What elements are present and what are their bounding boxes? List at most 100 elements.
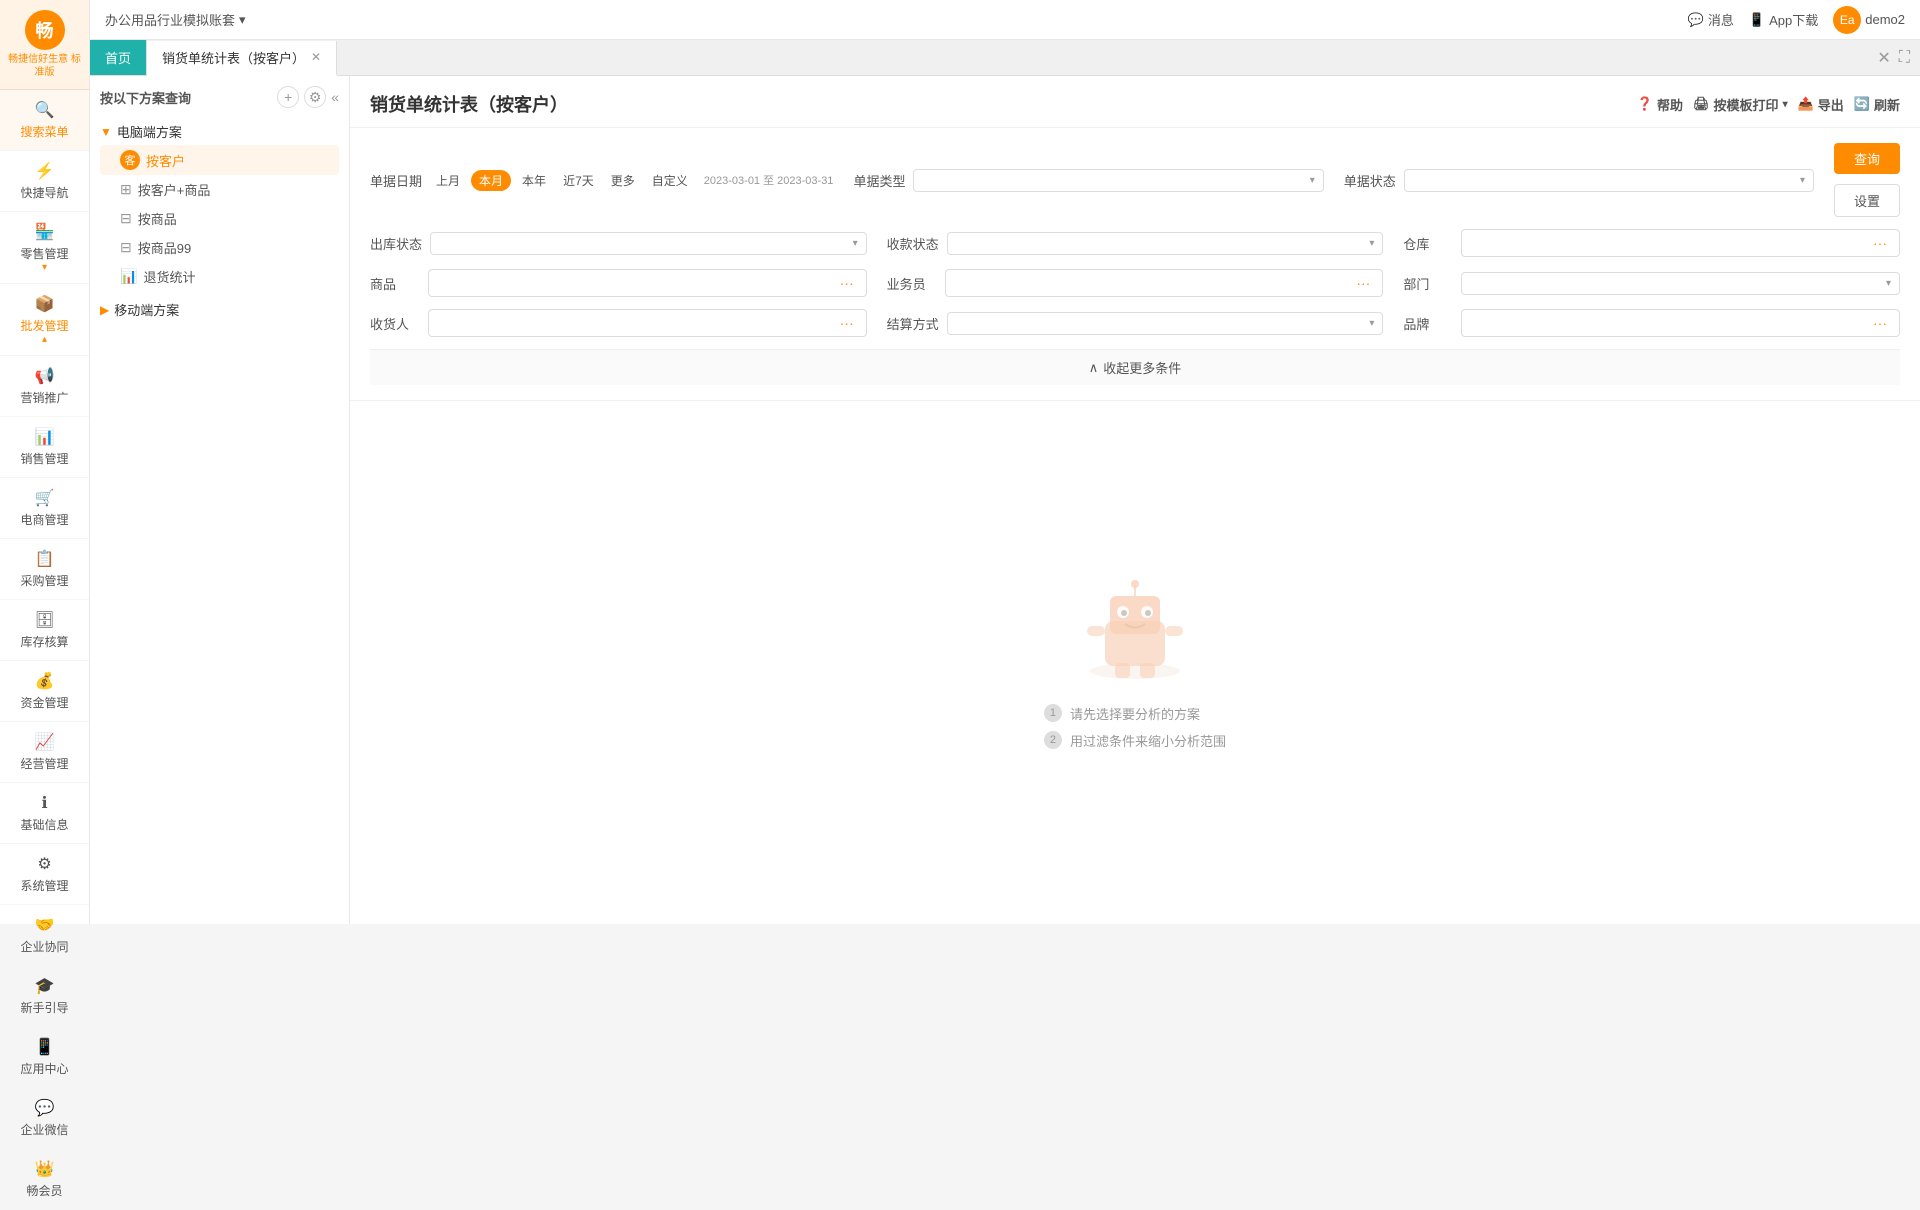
collapse-more-btn[interactable]: ∧ 收起更多条件 bbox=[370, 349, 1900, 385]
finance-icon: 💰 bbox=[35, 671, 55, 691]
goods-select[interactable]: ··· bbox=[428, 269, 867, 297]
filter-out-status: 出库状态 ▾ bbox=[370, 232, 867, 255]
scheme-item-return-stats[interactable]: 📊 退货统计 bbox=[100, 262, 339, 291]
scheme-item-by-goods[interactable]: ⊟ 按商品 bbox=[100, 204, 339, 233]
left-panel-header: 按以下方案查询 + ⚙ « bbox=[100, 86, 339, 108]
sidebar: 畅 畅捷信好生意 标准版 🔍 搜索菜单 ⚡ 快捷导航 🏪 零售管理 ▾ 📦 批发… bbox=[0, 0, 90, 924]
left-panel: 按以下方案查询 + ⚙ « ▼ 电脑端方案 客 按客户 ⊞ bbox=[90, 76, 350, 924]
scheme-item-goods-99[interactable]: ⊟ 按商品99 bbox=[100, 233, 339, 262]
type-select[interactable]: ▾ bbox=[913, 169, 1323, 192]
empty-tip-2: 2 用过滤条件来缩小分析范围 bbox=[1044, 731, 1226, 750]
logo-text: 畅捷信好生意 标准版 bbox=[5, 53, 84, 79]
goods-dots[interactable]: ··· bbox=[836, 275, 858, 291]
brand-dots[interactable]: ··· bbox=[1869, 315, 1891, 331]
message-btn[interactable]: 💬 消息 bbox=[1688, 10, 1734, 29]
inventory-icon: 🗄 bbox=[34, 610, 54, 630]
date-tab-this-month[interactable]: 本月 bbox=[471, 170, 511, 191]
collection-status-select[interactable]: ▾ bbox=[947, 232, 1384, 255]
date-tab-last-month[interactable]: 上月 bbox=[430, 170, 466, 191]
sidebar-quick-nav[interactable]: ⚡ 快捷导航 bbox=[0, 151, 89, 212]
date-tab-7days[interactable]: 近7天 bbox=[557, 170, 600, 191]
sidebar-item-collab[interactable]: 🤝 企业协同 bbox=[0, 905, 89, 966]
salesperson-label: 业务员 bbox=[887, 274, 937, 293]
date-tab-more[interactable]: 更多 bbox=[605, 170, 641, 191]
filter-row-1: 单据日期 上月 本月 本年 近7天 更多 自定义 2023-03-01 至 20… bbox=[370, 143, 1900, 217]
filter-department: 部门 ▾ bbox=[1403, 272, 1900, 295]
sidebar-item-retail[interactable]: 🏪 零售管理 ▾ bbox=[0, 212, 89, 284]
sidebar-item-operations[interactable]: 📈 经营管理 bbox=[0, 722, 89, 783]
breadcrumb-dropdown[interactable]: 办公用品行业模拟账套 ▾ bbox=[105, 10, 246, 29]
refresh-btn[interactable]: 🔄 刷新 bbox=[1854, 95, 1900, 114]
window-close-btn[interactable]: ✕ bbox=[1877, 48, 1890, 68]
tab-home[interactable]: 首页 bbox=[90, 40, 147, 75]
sidebar-item-system[interactable]: ⚙ 系统管理 bbox=[0, 844, 89, 905]
department-select[interactable]: ▾ bbox=[1461, 272, 1900, 295]
goods-scheme-icon: ⊟ bbox=[120, 210, 132, 227]
collapse-panel-btn[interactable]: « bbox=[331, 89, 339, 105]
user-profile[interactable]: Ea demo2 bbox=[1833, 6, 1905, 34]
app-download-btn[interactable]: 📱 App下载 bbox=[1749, 10, 1818, 29]
breadcrumb-text: 办公用品行业模拟账套 bbox=[105, 10, 235, 29]
status-select[interactable]: ▾ bbox=[1404, 169, 1814, 192]
message-icon: 💬 bbox=[1688, 12, 1704, 28]
sidebar-item-inventory[interactable]: 🗄 库存核算 bbox=[0, 600, 89, 661]
export-icon: 📤 bbox=[1798, 96, 1814, 112]
scheme-group-desktop-header[interactable]: ▼ 电脑端方案 bbox=[100, 118, 339, 145]
sidebar-item-member[interactable]: 👑 畅会员 bbox=[0, 1149, 89, 1210]
sidebar-item-wechat[interactable]: 💬 企业微信 bbox=[0, 1088, 89, 1149]
salesperson-select[interactable]: ··· bbox=[945, 269, 1384, 297]
content-area: 按以下方案查询 + ⚙ « ▼ 电脑端方案 客 按客户 ⊞ bbox=[90, 76, 1920, 924]
sidebar-item-basic-info[interactable]: ℹ 基础信息 bbox=[0, 783, 89, 844]
filter-receiver: 收货人 ··· bbox=[370, 309, 867, 337]
help-btn[interactable]: ❓ 帮助 bbox=[1637, 95, 1683, 114]
receiver-dots[interactable]: ··· bbox=[836, 315, 858, 331]
sidebar-item-appcenter[interactable]: 📱 应用中心 bbox=[0, 1027, 89, 1088]
username: demo2 bbox=[1865, 12, 1905, 27]
filter-goods: 商品 ··· bbox=[370, 269, 867, 297]
filter-row-4: 收货人 ··· 结算方式 ▾ 品牌 bbox=[370, 309, 1900, 337]
warehouse-select[interactable]: ··· bbox=[1461, 229, 1900, 257]
sidebar-item-purchase[interactable]: 📋 采购管理 bbox=[0, 539, 89, 600]
out-status-select[interactable]: ▾ bbox=[430, 232, 867, 255]
type-label: 单据类型 bbox=[853, 171, 905, 190]
page-title-bar: 销货单统计表（按客户） ❓ 帮助 🖨 按模板打印 ▾ 📤 导出 bbox=[350, 76, 1920, 128]
scheme-item-customer-goods[interactable]: ⊞ 按客户+商品 bbox=[100, 175, 339, 204]
receiver-select[interactable]: ··· bbox=[428, 309, 867, 337]
scheme-settings-btn[interactable]: ⚙ bbox=[304, 86, 326, 108]
window-maximize-btn[interactable]: ⛶ bbox=[1899, 49, 1910, 67]
empty-illustration bbox=[1075, 576, 1195, 689]
warehouse-dots[interactable]: ··· bbox=[1869, 235, 1891, 251]
sidebar-item-guide[interactable]: 🎓 新手引导 bbox=[0, 966, 89, 1027]
scheme-item-by-customer[interactable]: 客 按客户 bbox=[100, 145, 339, 175]
header: 办公用品行业模拟账套 ▾ 💬 消息 📱 App下载 Ea demo2 bbox=[90, 0, 1920, 40]
guide-icon: 🎓 bbox=[35, 976, 55, 996]
brand-select[interactable]: ··· bbox=[1461, 309, 1900, 337]
add-scheme-btn[interactable]: + bbox=[277, 86, 299, 108]
collab-icon: 🤝 bbox=[35, 915, 55, 935]
tip-1-num: 1 bbox=[1044, 704, 1062, 722]
settlement-arrow: ▾ bbox=[1369, 318, 1374, 329]
tab-sales-stats[interactable]: 销货单统计表（按客户） ✕ bbox=[147, 41, 337, 76]
tab-actions: ✕ ⛶ bbox=[1877, 48, 1920, 68]
settlement-label: 结算方式 bbox=[887, 314, 939, 333]
salesperson-dots[interactable]: ··· bbox=[1352, 275, 1374, 291]
sidebar-item-wholesale[interactable]: 📦 批发管理 ▴ bbox=[0, 284, 89, 356]
settings-button[interactable]: 设置 bbox=[1834, 184, 1900, 217]
query-button[interactable]: 查询 bbox=[1834, 143, 1900, 174]
sidebar-item-marketing[interactable]: 📢 营销推广 bbox=[0, 356, 89, 417]
date-tab-this-year[interactable]: 本年 bbox=[516, 170, 552, 191]
sidebar-search[interactable]: 🔍 搜索菜单 bbox=[0, 90, 89, 151]
empty-tip-1: 1 请先选择要分析的方案 bbox=[1044, 704, 1226, 723]
app-download-label: App下载 bbox=[1769, 10, 1818, 29]
scheme-group-desktop: ▼ 电脑端方案 客 按客户 ⊞ 按客户+商品 ⊟ 按商品 ⊟ 按商品99 bbox=[100, 118, 339, 291]
settlement-select[interactable]: ▾ bbox=[947, 312, 1384, 335]
scheme-group-mobile-header[interactable]: ▶ 移动端方案 bbox=[100, 296, 339, 323]
sidebar-item-ecommerce[interactable]: 🛒 电商管理 bbox=[0, 478, 89, 539]
print-btn[interactable]: 🖨 按模板打印 ▾ bbox=[1693, 95, 1788, 114]
date-tab-custom[interactable]: 自定义 bbox=[646, 170, 694, 191]
logo: 畅 畅捷信好生意 标准版 bbox=[0, 0, 89, 90]
export-btn[interactable]: 📤 导出 bbox=[1798, 95, 1844, 114]
tab-close-btn[interactable]: ✕ bbox=[311, 50, 321, 64]
sidebar-item-sales[interactable]: 📊 销售管理 bbox=[0, 417, 89, 478]
sidebar-item-finance[interactable]: 💰 资金管理 bbox=[0, 661, 89, 722]
